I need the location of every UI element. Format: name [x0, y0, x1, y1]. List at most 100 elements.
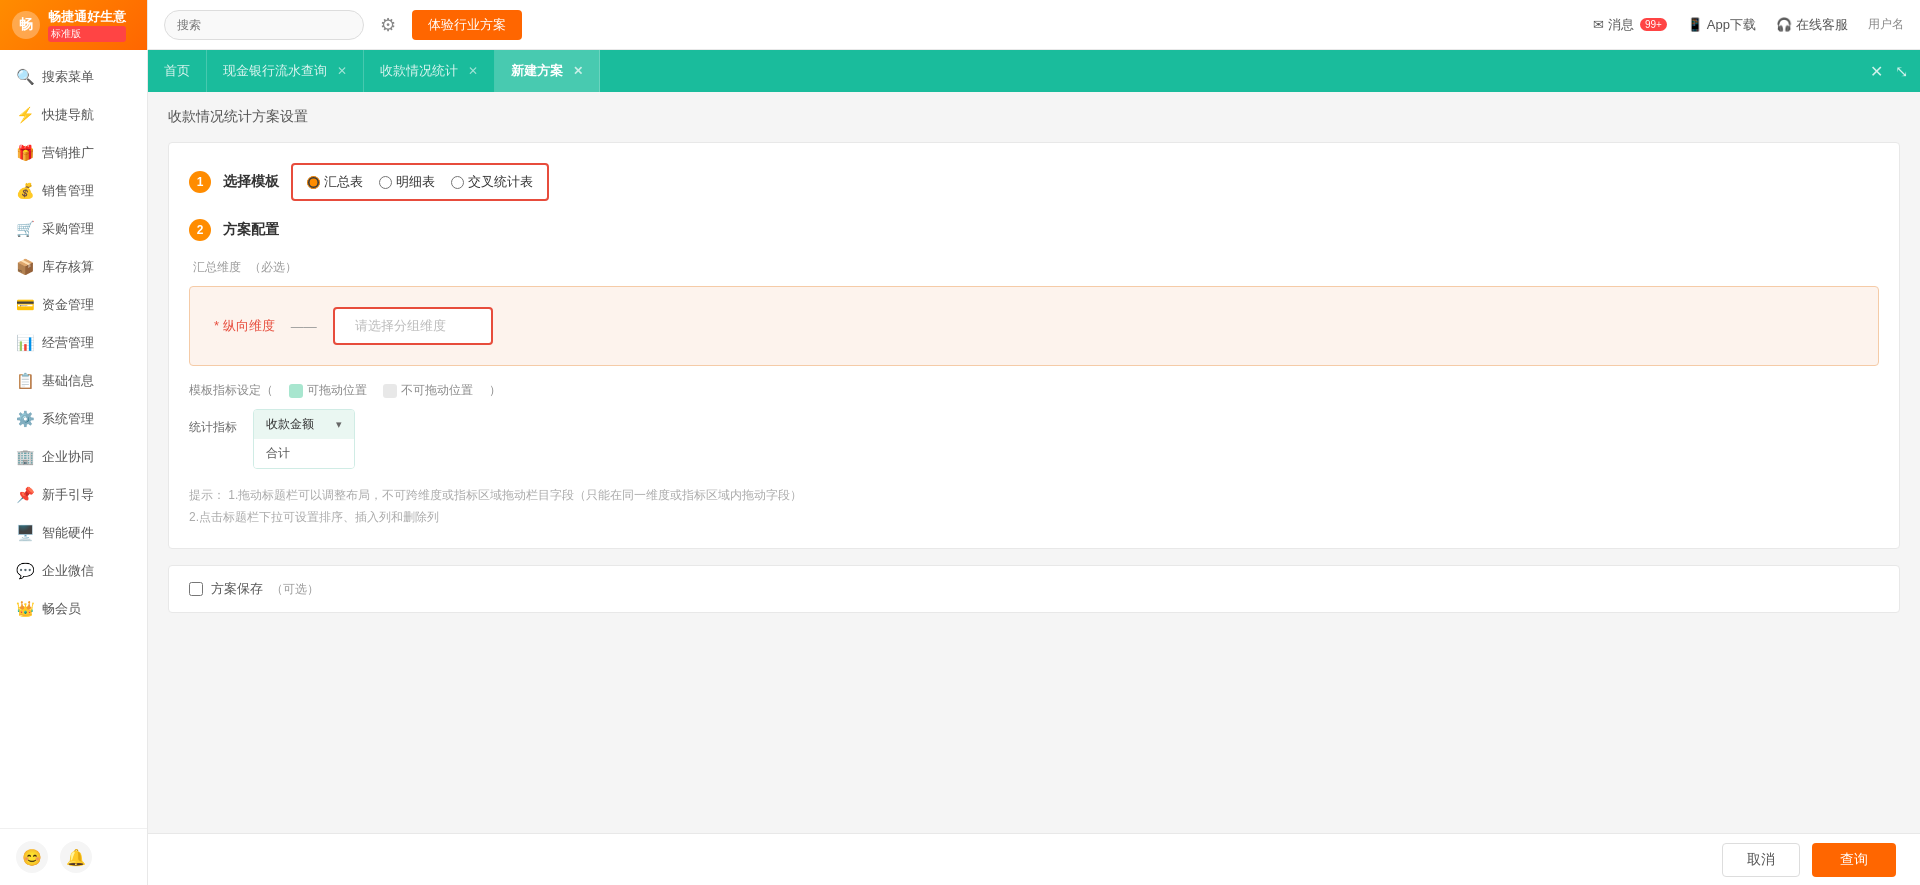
tab-receipt-stats-close[interactable]: ✕ — [468, 64, 478, 78]
notifications-btn[interactable]: ✉ 消息 99+ — [1593, 16, 1667, 34]
basic-info-icon: 📋 — [16, 372, 34, 390]
sidebar-bell-icon[interactable]: 🔔 — [60, 841, 92, 873]
vertical-dim-label: 纵向维度 — [214, 317, 275, 335]
purchase-icon: 🛒 — [16, 220, 34, 238]
member-icon: 👑 — [16, 600, 34, 618]
sidebar-item-label: 采购管理 — [42, 220, 94, 238]
movable-tag: 可拖动位置 — [289, 382, 367, 399]
config-section: 汇总维度 （必选） 纵向维度 —— 请选择分组维度 模板指标设定（ — [189, 259, 1879, 528]
sidebar-item-marketing[interactable]: 🎁 营销推广 — [0, 134, 147, 172]
tabbar-window-actions: ✕ ⤡ — [1858, 50, 1920, 92]
dimension-row: 纵向维度 —— 请选择分组维度 — [214, 307, 1854, 345]
sidebar-item-corp-coop[interactable]: 🏢 企业协同 — [0, 438, 147, 476]
tabbar: 首页 现金银行流水查询 ✕ 收款情况统计 ✕ 新建方案 ✕ ✕ ⤡ — [148, 50, 1920, 92]
sidebar-item-label: 经营管理 — [42, 334, 94, 352]
close-window-icon[interactable]: ✕ — [1870, 62, 1883, 81]
gear-icon[interactable]: ⚙ — [380, 14, 396, 36]
tab-new-plan-label: 新建方案 — [511, 62, 563, 80]
corp-coop-icon: 🏢 — [16, 448, 34, 466]
radio-detail-input[interactable] — [379, 176, 392, 189]
sidebar-item-corp-wechat[interactable]: 💬 企业微信 — [0, 552, 147, 590]
tab-new-plan[interactable]: 新建方案 ✕ — [495, 50, 600, 92]
stats-label-text: 统计指标 — [189, 413, 237, 442]
unmovable-label: 不可拖动位置 — [401, 382, 473, 399]
sidebar-item-smart-hw[interactable]: 🖥️ 智能硬件 — [0, 514, 147, 552]
dimension-config-label: 汇总维度 （必选） — [189, 259, 1879, 276]
sidebar-item-finance[interactable]: 💳 资金管理 — [0, 286, 147, 324]
sidebar-avatar[interactable]: 😊 — [16, 841, 48, 873]
online-service-btn[interactable]: 🎧 在线客服 — [1776, 16, 1848, 34]
step2-num: 2 — [189, 219, 211, 241]
step2-label: 方案配置 — [223, 221, 279, 239]
radio-summary[interactable]: 汇总表 — [307, 173, 363, 191]
unmovable-dot — [383, 384, 397, 398]
stats-header-cell[interactable]: 收款金额 ▾ — [254, 410, 354, 439]
step1-label: 选择模板 — [223, 173, 279, 191]
footer-bar: 取消 查询 — [148, 833, 1920, 885]
section-template: 1 选择模板 汇总表 明细表 交叉统计表 — [168, 142, 1900, 549]
topbar: ⚙ 体验行业方案 ✉ 消息 99+ 📱 App下载 🎧 在线客服 用户名 — [148, 0, 1920, 50]
unmovable-tag: 不可拖动位置 — [383, 382, 473, 399]
tab-bank-flow[interactable]: 现金银行流水查询 ✕ — [207, 50, 364, 92]
stats-col-label: 统计指标 — [189, 409, 237, 469]
content-area: 收款情况统计方案设置 1 选择模板 汇总表 明细表 — [148, 92, 1920, 833]
cell-dropdown-icon[interactable]: ▾ — [336, 418, 342, 431]
metric-header-label: 收款金额 — [266, 416, 314, 433]
movable-label: 可拖动位置 — [307, 382, 367, 399]
save-section: 方案保存 （可选） — [168, 565, 1900, 613]
sidebar-item-label: 库存核算 — [42, 258, 94, 276]
sidebar-item-member[interactable]: 👑 畅会员 — [0, 590, 147, 628]
sidebar-item-sys-mgmt[interactable]: ⚙️ 系统管理 — [0, 400, 147, 438]
radio-detail[interactable]: 明细表 — [379, 173, 435, 191]
query-button[interactable]: 查询 — [1812, 843, 1896, 877]
stats-row-total: 合计 — [254, 439, 354, 468]
sidebar-item-purchase[interactable]: 🛒 采购管理 — [0, 210, 147, 248]
tab-bank-flow-label: 现金银行流水查询 — [223, 62, 327, 80]
sidebar-item-sales[interactable]: 💰 销售管理 — [0, 172, 147, 210]
sidebar-item-inventory[interactable]: 📦 库存核算 — [0, 248, 147, 286]
sidebar-item-label: 快捷导航 — [42, 106, 94, 124]
template-radio-group: 汇总表 明细表 交叉统计表 — [307, 173, 533, 191]
radio-crosstab-label: 交叉统计表 — [468, 173, 533, 191]
dimension-select[interactable]: 请选择分组维度 — [333, 307, 493, 345]
total-label: 合计 — [266, 446, 290, 460]
topbar-search-area — [164, 10, 364, 40]
sidebar-item-operation[interactable]: 📊 经营管理 — [0, 324, 147, 362]
tab-new-plan-close[interactable]: ✕ — [573, 64, 583, 78]
sidebar-item-label: 基础信息 — [42, 372, 94, 390]
step1-row: 1 选择模板 汇总表 明细表 交叉统计表 — [189, 163, 1879, 201]
stats-table: 收款金额 ▾ 合计 — [253, 409, 355, 469]
radio-crosstab[interactable]: 交叉统计表 — [451, 173, 533, 191]
radio-crosstab-input[interactable] — [451, 176, 464, 189]
stats-layout: 统计指标 收款金额 ▾ 合计 — [189, 409, 1879, 469]
save-checkbox[interactable] — [189, 582, 203, 596]
template-select-box: 汇总表 明细表 交叉统计表 — [291, 163, 549, 201]
radio-detail-label: 明细表 — [396, 173, 435, 191]
dimension-label-text: 汇总维度 — [193, 260, 241, 274]
tab-home[interactable]: 首页 — [148, 50, 207, 92]
save-checkbox-label: 方案保存 — [211, 580, 263, 598]
step1-num: 1 — [189, 171, 211, 193]
sidebar-item-basic-info[interactable]: 📋 基础信息 — [0, 362, 147, 400]
logo-text: 畅捷通好生意 — [48, 8, 126, 26]
sidebar-item-newcomer[interactable]: 📌 新手引导 — [0, 476, 147, 514]
tab-bank-flow-close[interactable]: ✕ — [337, 64, 347, 78]
operation-icon: 📊 — [16, 334, 34, 352]
sidebar-item-label: 系统管理 — [42, 410, 94, 428]
app-download-btn[interactable]: 📱 App下载 — [1687, 16, 1756, 34]
sidebar-item-label: 企业微信 — [42, 562, 94, 580]
industry-btn[interactable]: 体验行业方案 — [412, 10, 522, 40]
sidebar-logo: 畅 畅捷通好生意 标准版 — [0, 0, 147, 50]
sidebar-item-quick-nav[interactable]: ⚡ 快捷导航 — [0, 96, 147, 134]
sidebar-item-search-menu[interactable]: 🔍 搜索菜单 — [0, 58, 147, 96]
dimension-required-note: （必选） — [249, 260, 297, 274]
search-input[interactable] — [164, 10, 364, 40]
cancel-button[interactable]: 取消 — [1722, 843, 1800, 877]
tab-receipt-stats[interactable]: 收款情况统计 ✕ — [364, 50, 495, 92]
expand-window-icon[interactable]: ⤡ — [1895, 62, 1908, 81]
sidebar-item-label: 搜索菜单 — [42, 68, 94, 86]
sidebar-item-label: 资金管理 — [42, 296, 94, 314]
radio-summary-input[interactable] — [307, 176, 320, 189]
notifications-badge: 99+ — [1640, 18, 1667, 31]
step2-row: 2 方案配置 — [189, 219, 1879, 241]
